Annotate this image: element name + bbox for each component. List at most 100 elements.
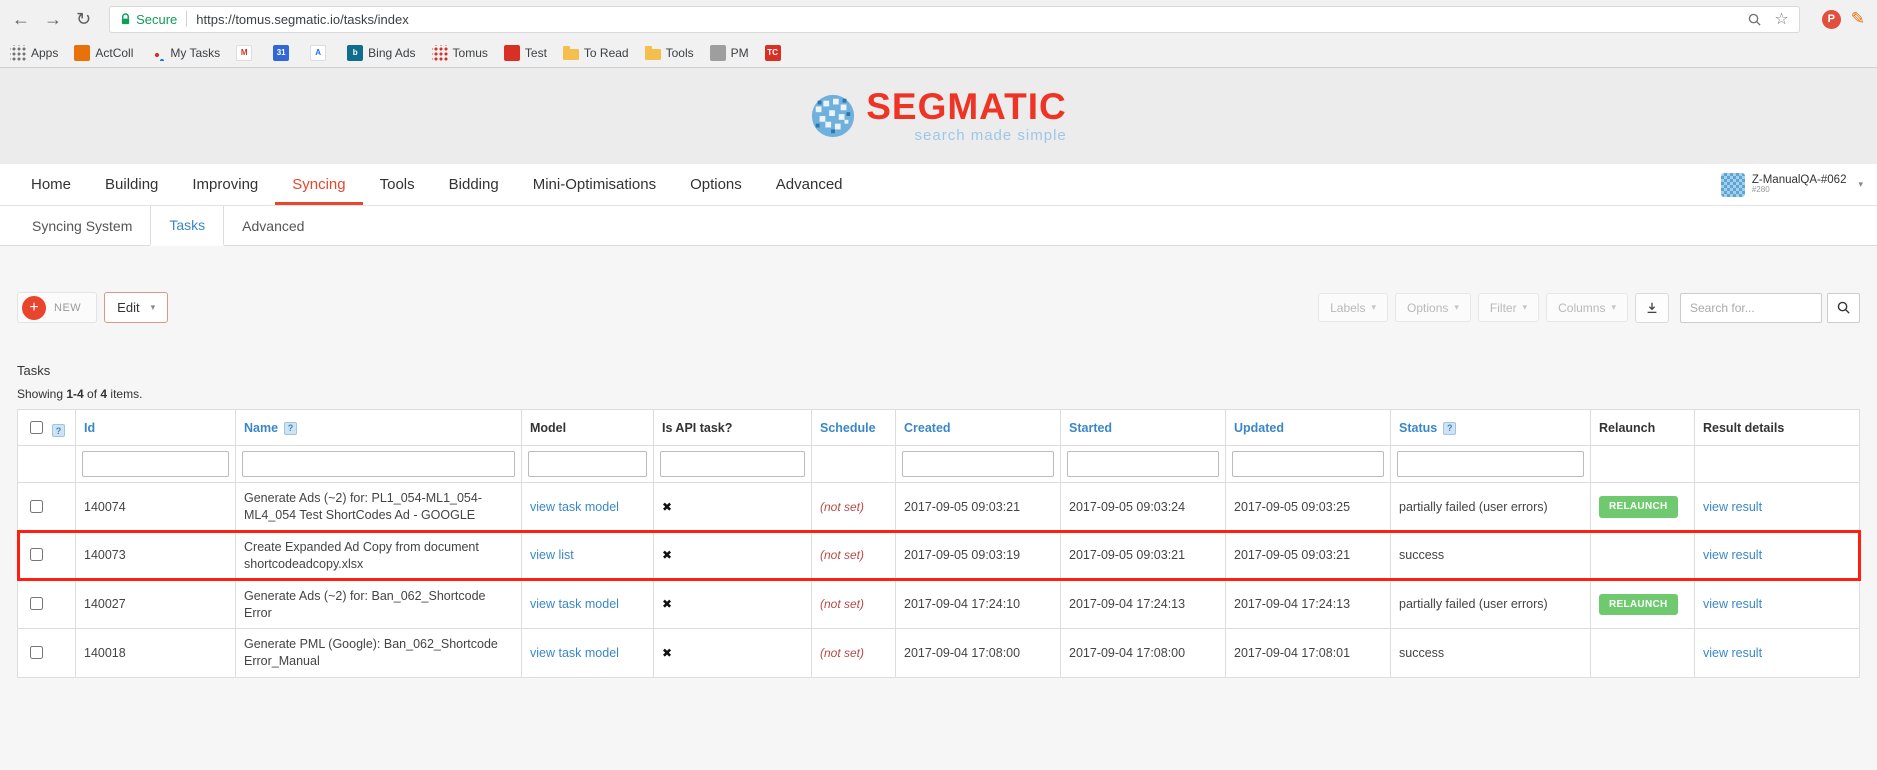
filter-input-status[interactable]: [1397, 451, 1584, 478]
nav-item-mini-optimisations[interactable]: Mini-Optimisations: [516, 164, 673, 205]
nav-item-improving[interactable]: Improving: [175, 164, 275, 205]
nav-item-tools[interactable]: Tools: [363, 164, 432, 205]
logo[interactable]: SEGMATIC search made simple: [810, 88, 1067, 144]
column-label-id[interactable]: Id: [84, 421, 95, 435]
row-checkbox[interactable]: [30, 499, 43, 513]
dropdown-filter-button[interactable]: Filter ▾: [1477, 293, 1540, 322]
bookmark-star-icon[interactable]: ☆: [1774, 9, 1788, 29]
filter-cell-id: [75, 445, 236, 484]
column-label-api: Is API task?: [662, 420, 733, 435]
bookmark-icon: [644, 45, 661, 60]
filter-input-api[interactable]: [660, 451, 805, 478]
logo-text: SEGMATIC: [866, 86, 1067, 127]
search-button[interactable]: [1827, 292, 1860, 323]
back-button[interactable]: ←: [12, 9, 30, 30]
column-label-relaunch: Relaunch: [1599, 420, 1656, 435]
select-all-checkbox[interactable]: [30, 421, 43, 434]
row-checkbox[interactable]: [30, 548, 43, 562]
bookmark-item[interactable]: 31: [273, 44, 294, 61]
download-button[interactable]: [1635, 292, 1669, 323]
dropdown-columns-button[interactable]: Columns ▾: [1546, 293, 1628, 322]
bookmark-item[interactable]: ActColl: [74, 44, 133, 61]
result-link[interactable]: view result: [1703, 500, 1762, 514]
help-icon[interactable]: ?: [1443, 421, 1457, 435]
cell-api: ✖: [653, 482, 812, 532]
filter-cell-status: [1390, 445, 1591, 484]
subnav-item-tasks[interactable]: Tasks: [150, 206, 225, 246]
bookmark-item[interactable]: TC: [764, 44, 786, 61]
bookmark-item[interactable]: b Bing Ads: [347, 44, 416, 61]
nav-item-home[interactable]: Home: [14, 164, 88, 205]
nav-item-syncing[interactable]: Syncing: [275, 164, 362, 205]
chevron-down-icon: ▾: [1454, 302, 1459, 312]
schedule-not-set: (not set): [820, 597, 865, 612]
nav-item-building[interactable]: Building: [88, 164, 175, 205]
relaunch-button[interactable]: RELAUNCH: [1599, 593, 1678, 616]
bookmark-item[interactable]: Tomus: [431, 44, 488, 61]
filter-input-id[interactable]: [82, 451, 229, 478]
reload-button[interactable]: ↻: [76, 9, 91, 30]
bookmark-item[interactable]: A: [310, 44, 331, 61]
model-link[interactable]: view task model: [530, 500, 619, 514]
bookmark-item[interactable]: PM: [709, 44, 749, 61]
extension-p-icon[interactable]: P: [1821, 9, 1841, 29]
summary-range: 1-4: [66, 387, 84, 401]
new-button[interactable]: + NEW: [17, 292, 98, 323]
edit-button[interactable]: Edit ▾: [104, 292, 169, 323]
filter-cell-relaunch: [1590, 445, 1695, 484]
nav-item-advanced[interactable]: Advanced: [759, 164, 860, 205]
nav-item-bidding[interactable]: Bidding: [432, 164, 516, 205]
address-bar[interactable]: Secure https://tomus.segmatic.io/tasks/i…: [109, 5, 1800, 33]
bookmark-icon: b: [347, 44, 364, 61]
result-link[interactable]: view result: [1703, 548, 1762, 562]
filter-input-updated[interactable]: [1232, 451, 1384, 478]
chevron-down-icon: ▾: [1522, 302, 1528, 312]
filter-cell-api: [653, 445, 812, 484]
model-link[interactable]: view task model: [530, 646, 619, 660]
filter-input-name[interactable]: [242, 451, 515, 478]
filter-input-model[interactable]: [528, 451, 647, 478]
help-icon[interactable]: ?: [284, 421, 298, 435]
dropdown-labels-button[interactable]: Labels ▾: [1318, 293, 1389, 322]
column-label-updated[interactable]: Updated: [1234, 421, 1284, 435]
column-label-started[interactable]: Started: [1069, 421, 1112, 435]
new-button-label: NEW: [54, 301, 82, 314]
nav-item-options[interactable]: Options: [673, 164, 759, 205]
help-icon[interactable]: ?: [52, 424, 65, 438]
forward-button[interactable]: →: [44, 9, 62, 30]
bookmark-icon: [149, 44, 166, 61]
column-label-created[interactable]: Created: [904, 421, 951, 435]
result-link[interactable]: view result: [1703, 597, 1762, 611]
cell-relaunch: [1590, 628, 1695, 679]
column-label-status[interactable]: Status: [1399, 421, 1437, 435]
bookmark-item[interactable]: Tools: [644, 45, 694, 60]
bookmark-item[interactable]: To Read: [562, 45, 629, 60]
column-header-api: Is API task?: [653, 408, 812, 447]
result-link[interactable]: view result: [1703, 646, 1762, 660]
extension-pencil-icon[interactable]: ✎: [1851, 9, 1865, 29]
avatar: [1720, 172, 1745, 197]
filter-cell-updated: [1225, 445, 1391, 484]
search-input[interactable]: [1680, 292, 1822, 323]
model-link[interactable]: view task model: [530, 597, 619, 611]
column-label-schedule[interactable]: Schedule: [820, 421, 876, 435]
dropdown-label: Labels: [1330, 300, 1366, 315]
zoom-icon[interactable]: [1747, 12, 1762, 27]
relaunch-button[interactable]: RELAUNCH: [1599, 496, 1678, 518]
subnav-item-syncing-system[interactable]: Syncing System: [14, 206, 150, 245]
dropdown-options-button[interactable]: Options ▾: [1395, 293, 1471, 322]
cell-name: Generate Ads (~2) for: Ban_062_Shortcode…: [235, 579, 522, 630]
subnav-item-advanced[interactable]: Advanced: [224, 206, 322, 245]
row-checkbox[interactable]: [30, 597, 43, 611]
bookmark-item[interactable]: Apps: [10, 44, 58, 61]
filter-input-started[interactable]: [1067, 451, 1219, 478]
filter-input-created[interactable]: [902, 451, 1054, 478]
bookmark-item[interactable]: My Tasks: [149, 44, 220, 61]
column-label-name[interactable]: Name: [244, 421, 278, 435]
user-menu[interactable]: Z-ManualQA-#062 #280 ▾: [1720, 164, 1863, 205]
model-link[interactable]: view list: [530, 548, 574, 562]
not-api-icon: ✖: [662, 499, 673, 514]
bookmark-item[interactable]: Test: [503, 44, 547, 61]
row-checkbox[interactable]: [30, 645, 43, 659]
bookmark-item[interactable]: M: [236, 44, 257, 61]
